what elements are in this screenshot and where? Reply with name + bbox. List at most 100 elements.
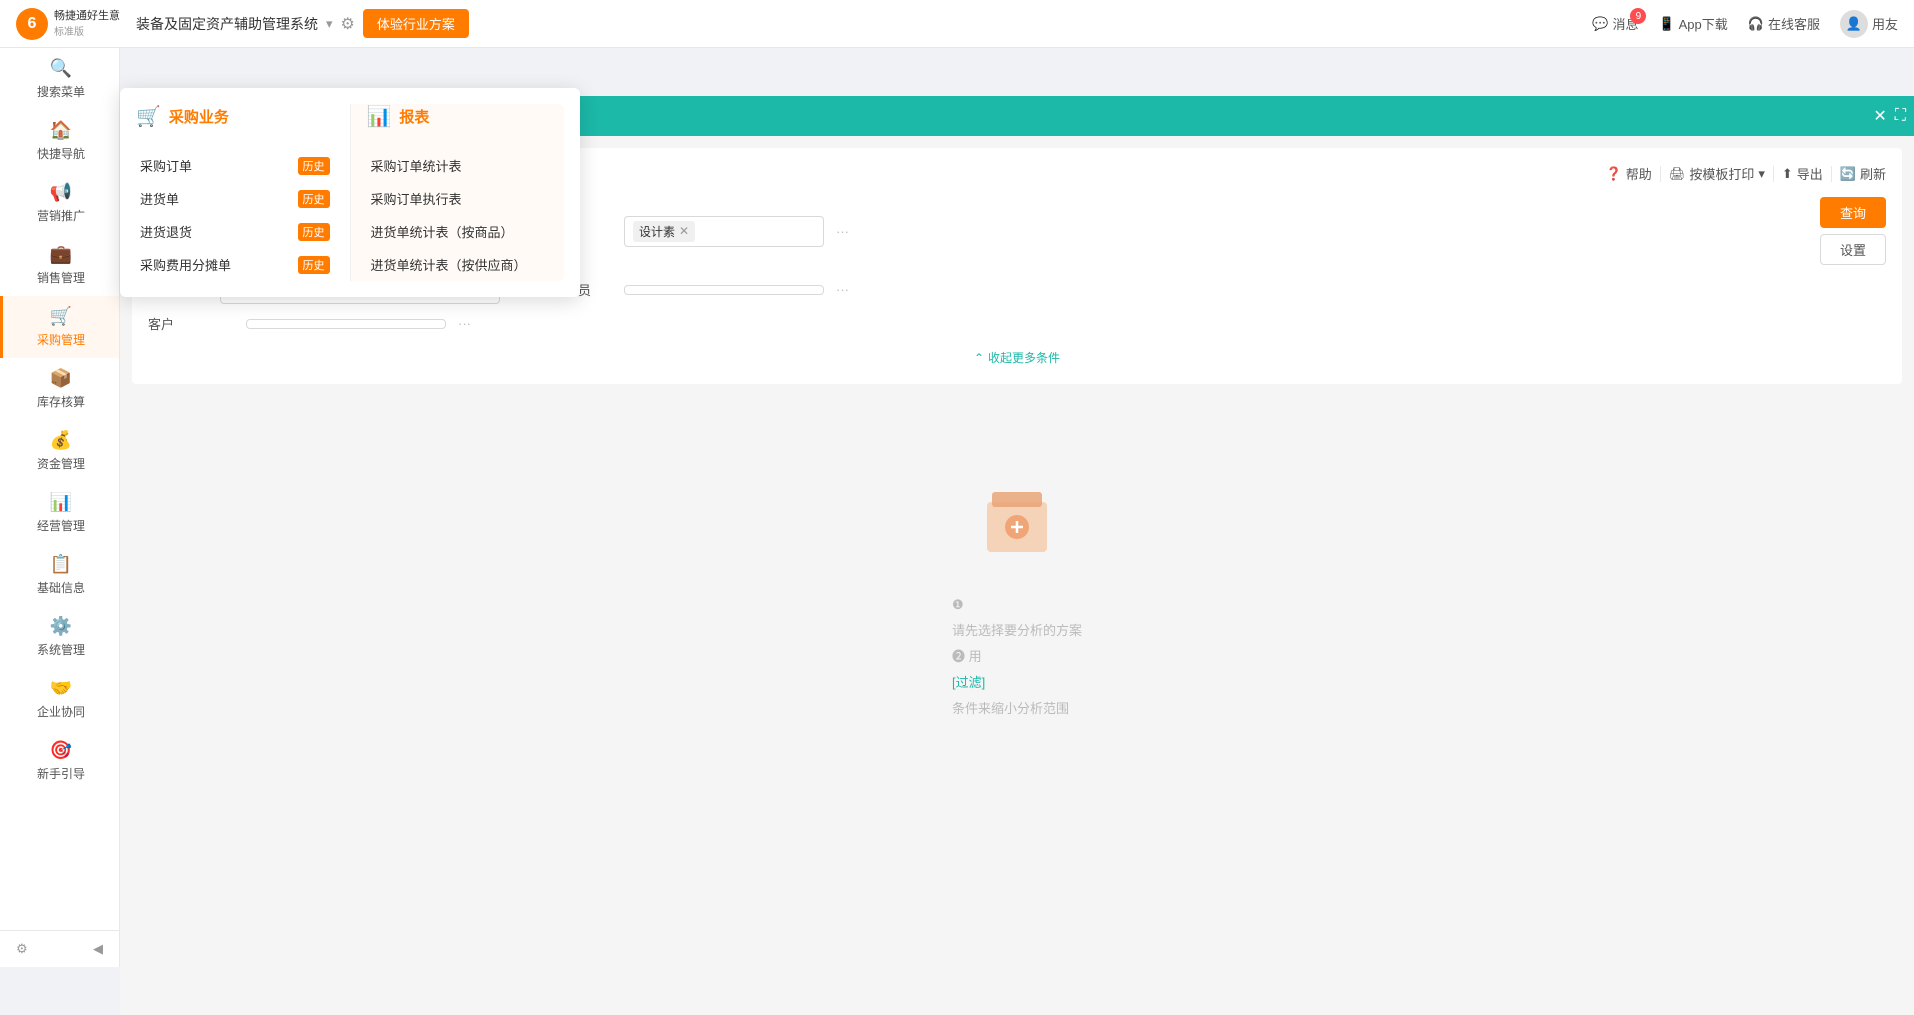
sidebar-settings-btn[interactable]: ⚙ bbox=[16, 941, 28, 957]
sidebar-label-operations: 经营管理 bbox=[37, 517, 85, 534]
filter-row-4: 客户 ··· bbox=[148, 314, 1886, 333]
home-icon: 🏠 bbox=[50, 120, 72, 141]
sidebar: 🔍 搜索菜单 🏠 快捷导航 📢 营销推广 💼 销售管理 🛒 采购管理 📦 库存核… bbox=[0, 48, 120, 967]
customer-label: 客户 bbox=[148, 314, 208, 333]
dropdown-purchase-return-label: 进货退货 bbox=[140, 222, 192, 241]
sidebar-item-purchase[interactable]: 🛒 采购管理 bbox=[0, 296, 119, 358]
customer-select[interactable] bbox=[246, 319, 446, 329]
print-template-btn[interactable]: 🖨 按模板打印 ▾ bbox=[1669, 164, 1765, 183]
dropdown-report-3-label: 进货单统计表（按商品） bbox=[371, 222, 514, 241]
sidebar-item-inventory[interactable]: 📦 库存核算 bbox=[0, 358, 119, 420]
refresh-icon: 🔄 bbox=[1840, 166, 1856, 182]
system-title: 装备及固定资产辅助管理系统 bbox=[136, 14, 318, 34]
sidebar-label-sales: 销售管理 bbox=[37, 269, 85, 286]
sidebar-item-guide[interactable]: 🎯 新手引导 bbox=[0, 730, 119, 792]
help-btn[interactable]: ❓ 帮助 bbox=[1606, 164, 1652, 183]
export-btn[interactable]: ⬆ 导出 bbox=[1782, 164, 1823, 183]
query-btn[interactable]: 查询 bbox=[1820, 197, 1886, 228]
dropdown-report-2[interactable]: 采购订单执行表 bbox=[367, 182, 565, 215]
sidebar-item-search[interactable]: 🔍 搜索菜单 bbox=[0, 48, 119, 110]
sidebar-item-finance[interactable]: 💰 资金管理 bbox=[0, 420, 119, 482]
dropdown-report-3[interactable]: 进货单统计表（按商品） bbox=[367, 215, 565, 248]
user-item[interactable]: 👤 用友 bbox=[1840, 10, 1898, 38]
empty-state: ❶ 请先选择要分析的方案 ❷ 用[过滤]条件来缩小分析范围 bbox=[132, 392, 1902, 802]
sidebar-item-system[interactable]: ⚙️ 系统管理 bbox=[0, 606, 119, 668]
dropdown-purchase-receipt-label: 进货单 bbox=[140, 189, 179, 208]
purchase-icon: 🛒 bbox=[50, 306, 72, 327]
sidebar-item-marketing[interactable]: 📢 营销推广 bbox=[0, 172, 119, 234]
headset-icon: 🎧 bbox=[1748, 16, 1764, 32]
customer-more-btn[interactable]: ··· bbox=[458, 316, 471, 331]
sidebar-label-basic-info: 基础信息 bbox=[37, 579, 85, 596]
sidebar-label-system: 系统管理 bbox=[37, 641, 85, 658]
collapse-label: 收起更多条件 bbox=[988, 349, 1060, 366]
purchase-col: 🛒 采购业务 采购订单 历史 进货单 历史 进货退货 历史 采购费用分摊单 历史 bbox=[136, 104, 351, 281]
dropdown-purchase-receipt[interactable]: 进货单 历史 bbox=[136, 182, 334, 215]
empty-line1: ❶ 请先选择要分析的方案 bbox=[952, 592, 1082, 644]
refresh-btn[interactable]: 🔄 刷新 bbox=[1840, 164, 1886, 183]
phone-icon: 📱 bbox=[1658, 16, 1674, 32]
dropdown-purchase-expense-label: 采购费用分摊单 bbox=[140, 255, 231, 274]
sidebar-label-guide: 新手引导 bbox=[37, 765, 85, 782]
marketing-icon: 📢 bbox=[50, 182, 72, 203]
operations-icon: 📊 bbox=[50, 492, 72, 513]
dropdown-purchase-expense[interactable]: 采购费用分摊单 历史 bbox=[136, 248, 334, 281]
industry-btn[interactable]: 体验行业方案 bbox=[363, 9, 469, 38]
product-select[interactable]: 设计素 ✕ bbox=[624, 216, 824, 247]
purchase-col-icon: 🛒 bbox=[136, 104, 161, 129]
sidebar-item-operations[interactable]: 📊 经营管理 bbox=[0, 482, 119, 544]
salesperson-more-btn[interactable]: ··· bbox=[836, 282, 849, 297]
sidebar-label-enterprise: 企业协同 bbox=[37, 703, 85, 720]
sidebar-label-finance: 资金管理 bbox=[37, 455, 85, 472]
sidebar-label-quick-nav: 快捷导航 bbox=[37, 145, 85, 162]
sidebar-item-sales[interactable]: 💼 销售管理 bbox=[0, 234, 119, 296]
tab-bar-right: ✕ ⛶ bbox=[1873, 106, 1906, 126]
dropdown-report-1[interactable]: 采购订单统计表 bbox=[367, 149, 565, 182]
hist-badge-4: 历史 bbox=[298, 256, 330, 274]
basic-info-icon: 📋 bbox=[50, 554, 72, 575]
settings-icon[interactable]: ⚙ bbox=[341, 14, 355, 34]
system-icon: ⚙️ bbox=[50, 616, 72, 637]
collapse-icon: ⌃ bbox=[974, 351, 984, 365]
product-tag-text: 设计素 bbox=[639, 223, 675, 240]
header-right: 💬 消息 9 📱 App下载 🎧 在线客服 👤 用友 bbox=[1592, 10, 1898, 38]
sidebar-item-basic-info[interactable]: 📋 基础信息 bbox=[0, 544, 119, 606]
purchase-col-title: 采购业务 bbox=[169, 106, 229, 127]
sales-icon: 💼 bbox=[50, 244, 72, 265]
sidebar-item-quick-nav[interactable]: 🏠 快捷导航 bbox=[0, 110, 119, 172]
app-download-item[interactable]: 📱 App下载 bbox=[1658, 14, 1727, 33]
collapse-row: ⌃ 收起更多条件 bbox=[148, 343, 1886, 372]
app-download-label: App下载 bbox=[1679, 14, 1728, 33]
divider2 bbox=[1773, 166, 1774, 182]
empty-line2: ❷ 用[过滤]条件来缩小分析范围 bbox=[952, 644, 1082, 722]
help-icon: ❓ bbox=[1606, 166, 1622, 182]
search-icon: 🔍 bbox=[50, 58, 72, 79]
sidebar-collapse-btn[interactable]: ◀ bbox=[93, 941, 103, 957]
sidebar-label-inventory: 库存核算 bbox=[37, 393, 85, 410]
dropdown-report-4[interactable]: 进货单统计表（按供应商） bbox=[367, 248, 565, 281]
logo-area: 6 畅捷通好生意 标准版 bbox=[16, 8, 136, 40]
hist-badge-2: 历史 bbox=[298, 190, 330, 208]
print-icon: 🖨 bbox=[1669, 166, 1686, 182]
export-icon: ⬆ bbox=[1782, 166, 1793, 182]
tab-maximize-icon[interactable]: ⛶ bbox=[1895, 107, 1906, 125]
dropdown-purchase-return[interactable]: 进货退货 历史 bbox=[136, 215, 334, 248]
sidebar-label-purchase: 采购管理 bbox=[37, 331, 85, 348]
tab-close-window-icon[interactable]: ✕ bbox=[1873, 106, 1886, 126]
export-label: 导出 bbox=[1797, 164, 1823, 183]
dropdown-arrow-icon[interactable]: ▾ bbox=[326, 16, 333, 32]
hist-badge-3: 历史 bbox=[298, 223, 330, 241]
product-tag-close[interactable]: ✕ bbox=[679, 224, 689, 238]
sidebar-label-marketing: 营销推广 bbox=[37, 207, 85, 224]
dropdown-purchase-order[interactable]: 采购订单 历史 bbox=[136, 149, 334, 182]
salesperson-select[interactable] bbox=[624, 285, 824, 295]
sidebar-item-enterprise[interactable]: 🤝 企业协同 bbox=[0, 668, 119, 730]
setting-btn[interactable]: 设置 bbox=[1820, 234, 1886, 265]
report-col-icon: 📊 bbox=[367, 104, 392, 129]
notification-item[interactable]: 💬 消息 9 bbox=[1592, 14, 1638, 33]
logo-badge: 标准版 bbox=[54, 23, 120, 38]
refresh-label: 刷新 bbox=[1860, 164, 1886, 183]
collapse-btn[interactable]: ⌃ 收起更多条件 bbox=[974, 349, 1060, 366]
product-more-btn[interactable]: ··· bbox=[836, 224, 849, 239]
online-service-item[interactable]: 🎧 在线客服 bbox=[1748, 14, 1820, 33]
